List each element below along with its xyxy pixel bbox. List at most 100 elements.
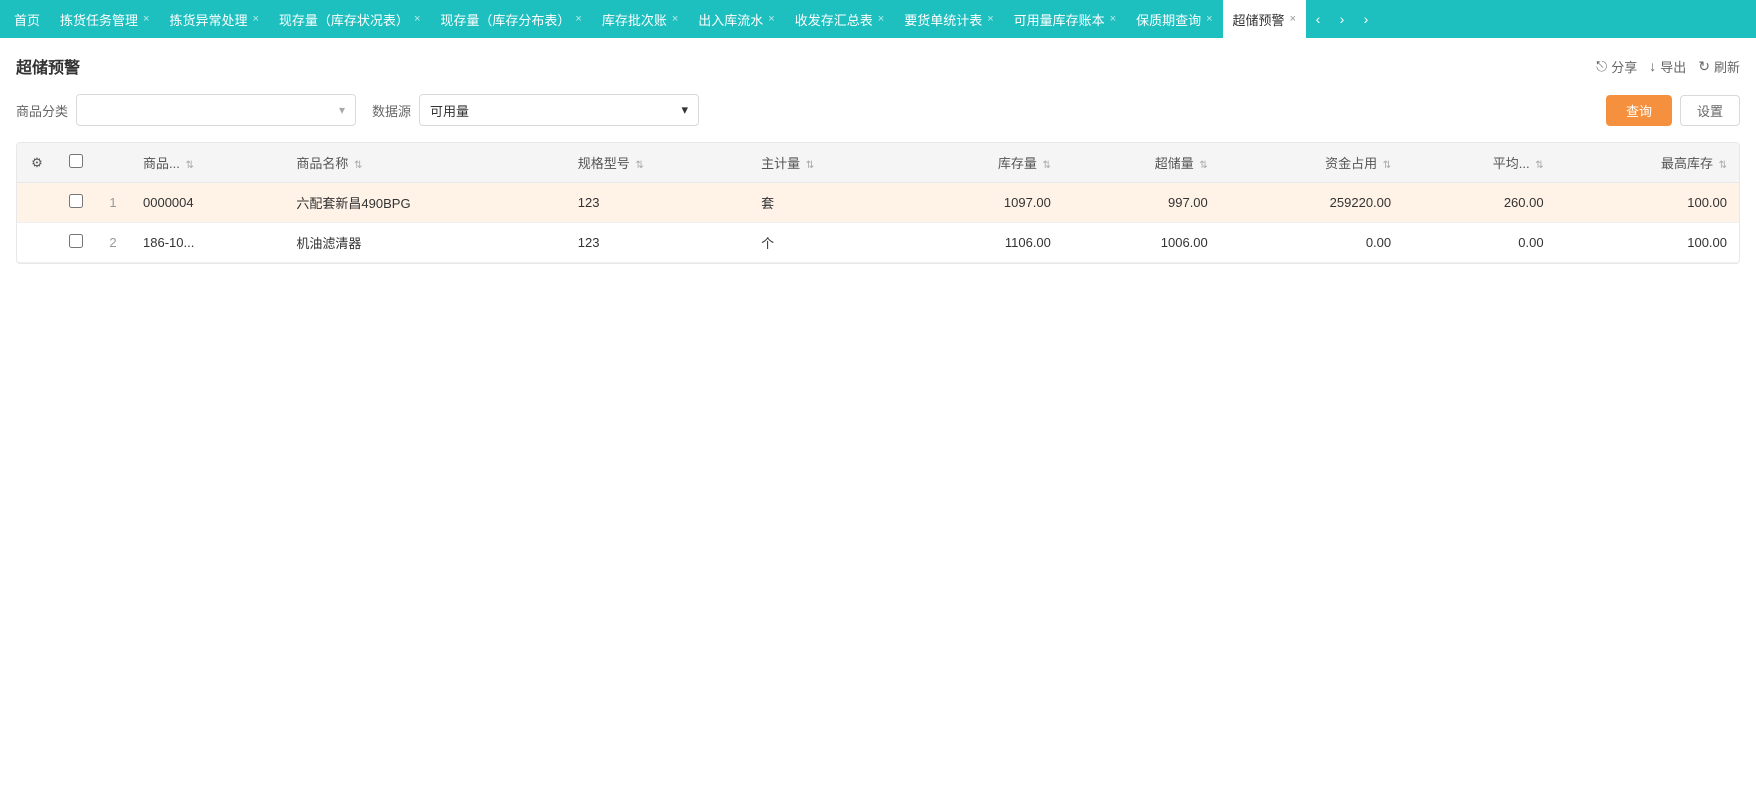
category-filter-group: 商品分类 ▾ — [16, 94, 356, 126]
column-maxstock-header[interactable]: 最高库存 ⇅ — [1556, 143, 1739, 183]
column-settings-header[interactable]: ⚙ — [17, 143, 57, 183]
row-maxstock: 100.00 — [1556, 223, 1739, 263]
top-navigation: 首页 拣货任务管理 × 拣货异常处理 × 现存量（库存状况表） × 现存量（库存… — [0, 0, 1756, 38]
column-checkbox-header[interactable] — [57, 143, 95, 183]
close-icon[interactable]: × — [252, 13, 258, 25]
nav-batch-ledger[interactable]: 库存批次账 × — [592, 0, 688, 38]
nav-order-stats[interactable]: 要货单统计表 × — [894, 0, 1003, 38]
sort-icon: ⇅ — [354, 160, 362, 171]
row-avg: 0.00 — [1403, 223, 1555, 263]
row-setting-cell — [17, 183, 57, 223]
column-name-header[interactable]: 商品名称 ⇅ — [284, 143, 565, 183]
column-stock-header[interactable]: 库存量 ⇅ — [906, 143, 1063, 183]
column-avg-header[interactable]: 平均... ⇅ — [1403, 143, 1555, 183]
nav-overstock-alert[interactable]: 超储预警 × — [1223, 0, 1306, 38]
sort-icon: ⇅ — [635, 160, 643, 171]
row-number: 2 — [95, 223, 131, 263]
select-all-checkbox[interactable] — [69, 154, 83, 168]
close-icon[interactable]: × — [1110, 13, 1116, 25]
row-overstock: 1006.00 — [1063, 223, 1220, 263]
nav-inventory-status[interactable]: 现存量（库存状况表） × — [269, 0, 430, 38]
column-unit-header[interactable]: 主计量 ⇅ — [749, 143, 906, 183]
page-content: 超储预警 ⎋ 分享 ↓ 导出 ↻ 刷新 商品分类 ▾ 数据源 — [0, 38, 1756, 800]
page-header: 超储预警 ⎋ 分享 ↓ 导出 ↻ 刷新 — [16, 54, 1740, 78]
row-code: 0000004 — [131, 183, 284, 223]
page-title: 超储预警 — [16, 54, 80, 78]
chevron-down-icon: ▾ — [682, 102, 689, 118]
gear-icon: ⚙ — [31, 155, 43, 170]
nav-collect-summary[interactable]: 收发存汇总表 × — [785, 0, 894, 38]
row-capital: 0.00 — [1220, 223, 1403, 263]
share-button[interactable]: ⎋ 分享 — [1596, 57, 1637, 76]
row-checkbox[interactable] — [69, 194, 83, 208]
close-icon[interactable]: × — [1206, 13, 1212, 25]
share-icon: ⎋ — [1596, 58, 1607, 75]
table-header-row: ⚙ 商品... ⇅ 商品名称 ⇅ 规格型号 — [17, 143, 1739, 183]
sort-icon: ⇅ — [1719, 160, 1727, 171]
sort-icon: ⇅ — [1043, 160, 1051, 171]
row-overstock: 997.00 — [1063, 183, 1220, 223]
data-table-container: ⚙ 商品... ⇅ 商品名称 ⇅ 规格型号 — [16, 142, 1740, 264]
sort-icon: ⇅ — [1535, 160, 1543, 171]
table-row: 1 0000004 六配套新昌490BPG 123 套 1097.00 997.… — [17, 183, 1739, 223]
row-stock: 1097.00 — [906, 183, 1063, 223]
row-spec: 123 — [566, 223, 749, 263]
row-setting-cell — [17, 223, 57, 263]
nav-arrow-left[interactable]: ‹ — [1306, 0, 1330, 38]
nav-available-ledger[interactable]: 可用量库存账本 × — [1004, 0, 1126, 38]
row-unit: 套 — [749, 183, 906, 223]
row-checkbox-cell[interactable] — [57, 223, 95, 263]
row-checkbox[interactable] — [69, 234, 83, 248]
sort-icon: ⇅ — [806, 160, 814, 171]
column-overstock-header[interactable]: 超储量 ⇅ — [1063, 143, 1220, 183]
nav-inventory-dist[interactable]: 现存量（库存分布表） × — [430, 0, 591, 38]
close-icon[interactable]: × — [878, 13, 884, 25]
row-number: 1 — [95, 183, 131, 223]
setting-button[interactable]: 设置 — [1680, 95, 1740, 126]
column-code-header[interactable]: 商品... ⇅ — [131, 143, 284, 183]
datasource-select[interactable]: 可用量 ▾ — [419, 94, 699, 126]
close-icon[interactable]: × — [987, 13, 993, 25]
row-code: 186-10... — [131, 223, 284, 263]
export-button[interactable]: ↓ 导出 — [1649, 57, 1686, 76]
nav-in-out-flow[interactable]: 出入库流水 × — [688, 0, 784, 38]
sort-icon: ⇅ — [1199, 160, 1207, 171]
refresh-icon: ↻ — [1698, 58, 1710, 75]
filter-bar: 商品分类 ▾ 数据源 可用量 ▾ 查询 设置 — [16, 94, 1740, 126]
query-button[interactable]: 查询 — [1606, 95, 1672, 126]
export-icon: ↓ — [1649, 58, 1656, 74]
refresh-button[interactable]: ↻ 刷新 — [1698, 57, 1740, 76]
nav-home[interactable]: 首页 — [4, 0, 50, 38]
nav-task-mgmt[interactable]: 拣货任务管理 × — [50, 0, 159, 38]
column-capital-header[interactable]: 资金占用 ⇅ — [1220, 143, 1403, 183]
category-label: 商品分类 — [16, 101, 68, 120]
row-maxstock: 100.00 — [1556, 183, 1739, 223]
column-spec-header[interactable]: 规格型号 ⇅ — [566, 143, 749, 183]
close-icon[interactable]: × — [575, 13, 581, 25]
close-icon[interactable]: × — [414, 13, 420, 25]
row-name: 机油滤清器 — [284, 223, 565, 263]
nav-abnormal[interactable]: 拣货异常处理 × — [159, 0, 268, 38]
datasource-filter-group: 数据源 可用量 ▾ — [372, 94, 699, 126]
nav-arrow-more[interactable]: › — [1354, 0, 1378, 38]
row-unit: 个 — [749, 223, 906, 263]
sort-icon: ⇅ — [1383, 160, 1391, 171]
table-row: 2 186-10... 机油滤清器 123 个 1106.00 1006.00 … — [17, 223, 1739, 263]
table-body: 1 0000004 六配套新昌490BPG 123 套 1097.00 997.… — [17, 183, 1739, 263]
data-table: ⚙ 商品... ⇅ 商品名称 ⇅ 规格型号 — [17, 143, 1739, 263]
row-name: 六配套新昌490BPG — [284, 183, 565, 223]
nav-quality-check[interactable]: 保质期查询 × — [1126, 0, 1222, 38]
row-checkbox-cell[interactable] — [57, 183, 95, 223]
row-capital: 259220.00 — [1220, 183, 1403, 223]
datasource-label: 数据源 — [372, 101, 411, 120]
row-spec: 123 — [566, 183, 749, 223]
close-icon[interactable]: × — [768, 13, 774, 25]
close-icon[interactable]: × — [1290, 13, 1296, 25]
close-icon[interactable]: × — [672, 13, 678, 25]
nav-arrow-right[interactable]: › — [1330, 0, 1354, 38]
header-actions: ⎋ 分享 ↓ 导出 ↻ 刷新 — [1596, 57, 1740, 76]
close-icon[interactable]: × — [143, 13, 149, 25]
category-select[interactable]: ▾ — [76, 94, 356, 126]
chevron-down-icon: ▾ — [339, 103, 345, 117]
filter-action-buttons: 查询 设置 — [1606, 95, 1740, 126]
